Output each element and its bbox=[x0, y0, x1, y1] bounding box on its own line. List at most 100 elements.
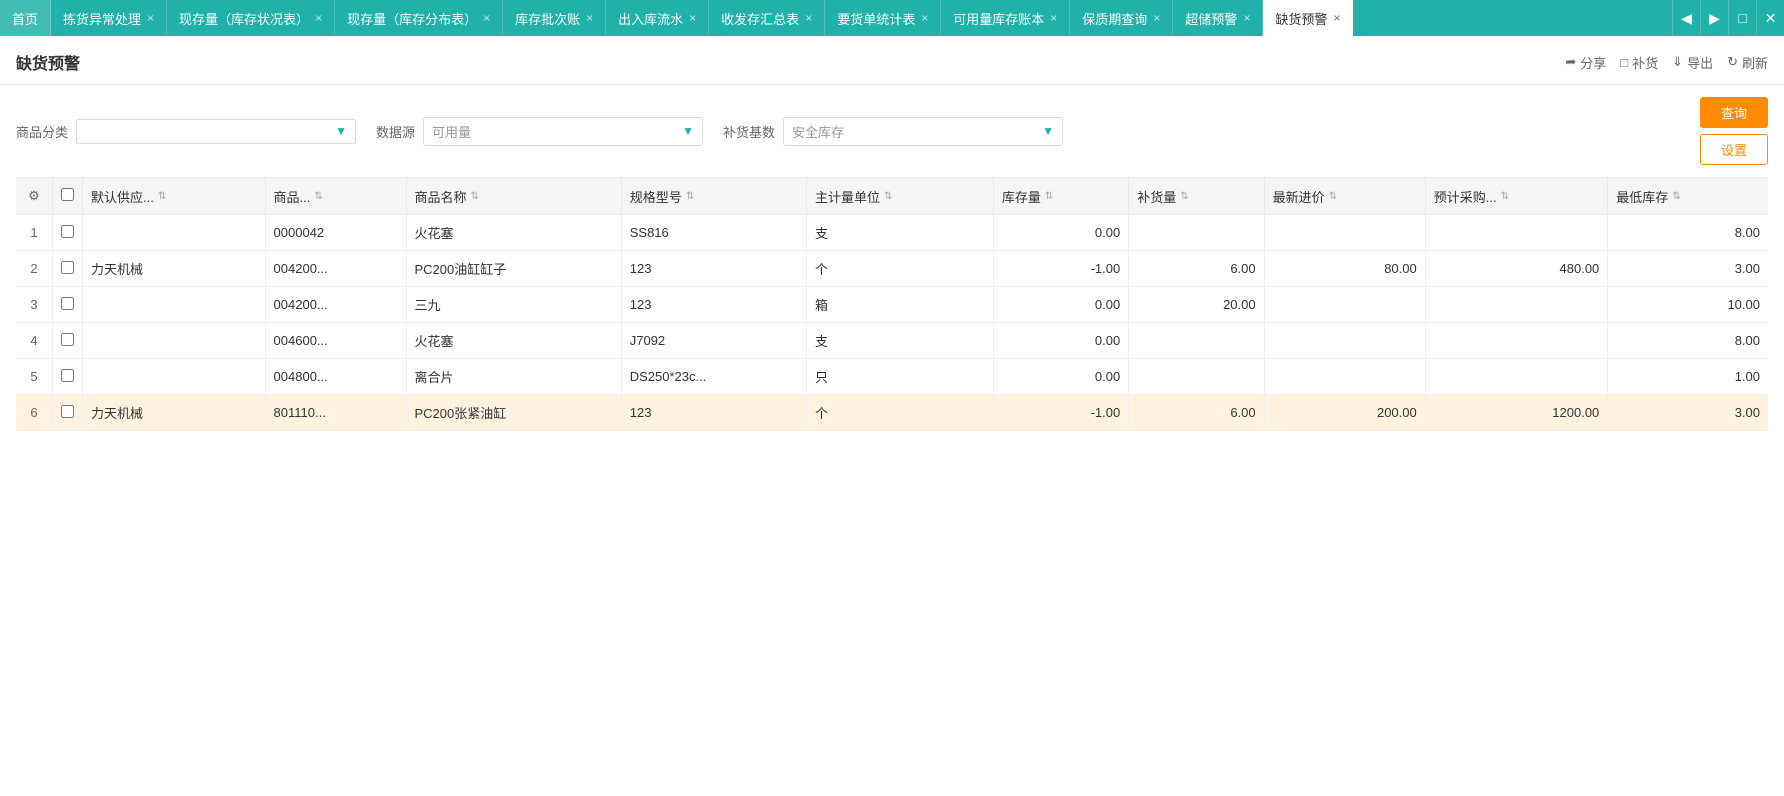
th-latest-price[interactable]: 最新进价 ⇅ bbox=[1264, 178, 1425, 215]
row-supplier-cell bbox=[83, 287, 266, 323]
row-checkbox[interactable] bbox=[61, 297, 74, 310]
settings-button[interactable]: 设置 bbox=[1700, 134, 1768, 165]
refresh-icon: ↻ bbox=[1727, 54, 1738, 70]
select-all-checkbox[interactable] bbox=[61, 188, 74, 201]
tab-flow[interactable]: 出入库流水 × bbox=[606, 0, 709, 36]
tab-prev-btn[interactable]: ◀ bbox=[1672, 0, 1700, 36]
th-spec[interactable]: 规格型号 ⇅ bbox=[621, 178, 806, 215]
tab-batch-label: 库存批次账 bbox=[515, 9, 580, 28]
tab-overstock-label: 超储预警 bbox=[1185, 9, 1237, 28]
latest-price-sort-icon: ⇅ bbox=[1329, 191, 1337, 202]
tab-stock1-close[interactable]: × bbox=[315, 11, 322, 25]
tab-order[interactable]: 要货单统计表 × bbox=[825, 0, 941, 36]
table-row[interactable]: 6 力天机械 801110... PC200张紧油缸 123 个 -1.00 6… bbox=[16, 395, 1768, 431]
page-header: 缺货预警 ➦ 分享 □ 补货 ⇓ 导出 ↻ 刷新 bbox=[0, 36, 1784, 85]
tab-expiry-close[interactable]: × bbox=[1153, 11, 1160, 25]
row-checkbox-cell[interactable] bbox=[53, 251, 83, 287]
tab-home[interactable]: 首页 bbox=[0, 0, 51, 36]
tab-shortage[interactable]: 缺货预警 × bbox=[1263, 0, 1353, 36]
spec-sort-icon: ⇅ bbox=[686, 191, 694, 202]
row-checkbox[interactable] bbox=[61, 225, 74, 238]
tab-available[interactable]: 可用量库存账本 × bbox=[941, 0, 1070, 36]
row-checkbox-cell[interactable] bbox=[53, 359, 83, 395]
row-checkbox-cell[interactable] bbox=[53, 215, 83, 251]
th-unit[interactable]: 主计量单位 ⇅ bbox=[807, 178, 994, 215]
export-button[interactable]: ⇓ 导出 bbox=[1672, 53, 1713, 72]
datasource-select[interactable]: 可用量 ▼ bbox=[423, 117, 703, 146]
tab-picking-label: 拣货异常处理 bbox=[63, 9, 141, 28]
row-latest-price-cell bbox=[1264, 323, 1425, 359]
row-est-purchase-cell bbox=[1425, 287, 1608, 323]
row-checkbox[interactable] bbox=[61, 405, 74, 418]
th-spec-label: 规格型号 bbox=[630, 187, 682, 206]
row-est-purchase-cell: 480.00 bbox=[1425, 251, 1608, 287]
category-select[interactable]: ▼ bbox=[76, 119, 356, 144]
tab-next-btn[interactable]: ▶ bbox=[1700, 0, 1728, 36]
row-latest-price-cell: 80.00 bbox=[1264, 251, 1425, 287]
row-checkbox[interactable] bbox=[61, 261, 74, 274]
tab-order-close[interactable]: × bbox=[921, 11, 928, 25]
tab-shortage-close[interactable]: × bbox=[1333, 11, 1340, 25]
tab-stock1[interactable]: 现存量（库存状况表） × bbox=[167, 0, 335, 36]
row-supplier-cell bbox=[83, 323, 266, 359]
row-checkbox-cell[interactable] bbox=[53, 323, 83, 359]
row-spec-cell: SS816 bbox=[621, 215, 806, 251]
tab-shortage-label: 缺货预警 bbox=[1275, 9, 1327, 28]
query-button[interactable]: 查询 bbox=[1700, 97, 1768, 128]
th-replenish-label: 补货量 bbox=[1137, 187, 1176, 206]
refresh-button[interactable]: ↻ 刷新 bbox=[1727, 53, 1768, 72]
row-num-cell: 5 bbox=[16, 359, 53, 395]
column-settings-icon[interactable]: ⚙ bbox=[24, 186, 44, 206]
tab-batch-close[interactable]: × bbox=[586, 11, 593, 25]
tab-overstock-close[interactable]: × bbox=[1243, 11, 1250, 25]
row-code-cell: 0000042 bbox=[265, 215, 406, 251]
row-unit-cell: 支 bbox=[807, 215, 994, 251]
th-gear[interactable]: ⚙ bbox=[16, 178, 53, 215]
replenish-arrow-icon: ▼ bbox=[1042, 124, 1054, 138]
row-checkbox[interactable] bbox=[61, 369, 74, 382]
tab-expiry[interactable]: 保质期查询 × bbox=[1070, 0, 1173, 36]
replenish-button[interactable]: □ 补货 bbox=[1620, 53, 1658, 72]
tab-flow-close[interactable]: × bbox=[689, 11, 696, 25]
row-unit-cell: 箱 bbox=[807, 287, 994, 323]
table-row[interactable]: 5 004800... 离合片 DS250*23c... 只 0.00 1.00 bbox=[16, 359, 1768, 395]
table-row[interactable]: 4 004600... 火花塞 J7092 支 0.00 8.00 bbox=[16, 323, 1768, 359]
tab-summary[interactable]: 收发存汇总表 × bbox=[709, 0, 825, 36]
table-body: 1 0000042 火花塞 SS816 支 0.00 8.00 2 力天机械 0… bbox=[16, 215, 1768, 431]
table-row[interactable]: 3 004200... 三九 123 箱 0.00 20.00 10.00 bbox=[16, 287, 1768, 323]
row-stock-cell: -1.00 bbox=[993, 395, 1128, 431]
tab-picking[interactable]: 拣货异常处理 × bbox=[51, 0, 167, 36]
tab-batch[interactable]: 库存批次账 × bbox=[503, 0, 606, 36]
tab-stock2[interactable]: 现存量（库存分布表） × bbox=[335, 0, 503, 36]
export-icon: ⇓ bbox=[1672, 54, 1683, 70]
tab-stock2-close[interactable]: × bbox=[483, 11, 490, 25]
row-stock-cell: 0.00 bbox=[993, 323, 1128, 359]
replenish-select[interactable]: 安全库存 ▼ bbox=[783, 117, 1063, 146]
th-code[interactable]: 商品... ⇅ bbox=[265, 178, 406, 215]
tab-available-close[interactable]: × bbox=[1050, 11, 1057, 25]
tab-window-btn[interactable]: □ bbox=[1728, 0, 1756, 36]
table-row[interactable]: 2 力天机械 004200... PC200油缸缸子 123 个 -1.00 6… bbox=[16, 251, 1768, 287]
th-name[interactable]: 商品名称 ⇅ bbox=[406, 178, 621, 215]
th-code-label: 商品... bbox=[274, 187, 311, 206]
th-est-purchase[interactable]: 预计采购... ⇅ bbox=[1425, 178, 1608, 215]
th-supplier[interactable]: 默认供应... ⇅ bbox=[83, 178, 266, 215]
row-est-purchase-cell bbox=[1425, 359, 1608, 395]
th-stock[interactable]: 库存量 ⇅ bbox=[993, 178, 1128, 215]
row-checkbox[interactable] bbox=[61, 333, 74, 346]
tab-overstock[interactable]: 超储预警 × bbox=[1173, 0, 1263, 36]
share-button[interactable]: ➦ 分享 bbox=[1565, 53, 1606, 72]
share-label: 分享 bbox=[1580, 53, 1606, 72]
tab-picking-close[interactable]: × bbox=[147, 11, 154, 25]
th-replenish[interactable]: 补货量 ⇅ bbox=[1129, 178, 1264, 215]
data-table: ⚙ 默认供应... ⇅ 商品... ⇅ bbox=[16, 177, 1768, 431]
tab-summary-close[interactable]: × bbox=[805, 11, 812, 25]
tab-close-all-btn[interactable]: ✕ bbox=[1756, 0, 1784, 36]
table-row[interactable]: 1 0000042 火花塞 SS816 支 0.00 8.00 bbox=[16, 215, 1768, 251]
th-checkbox[interactable] bbox=[53, 178, 83, 215]
row-min-stock-cell: 10.00 bbox=[1608, 287, 1768, 323]
th-min-stock[interactable]: 最低库存 ⇅ bbox=[1608, 178, 1768, 215]
row-latest-price-cell bbox=[1264, 287, 1425, 323]
row-checkbox-cell[interactable] bbox=[53, 395, 83, 431]
row-checkbox-cell[interactable] bbox=[53, 287, 83, 323]
